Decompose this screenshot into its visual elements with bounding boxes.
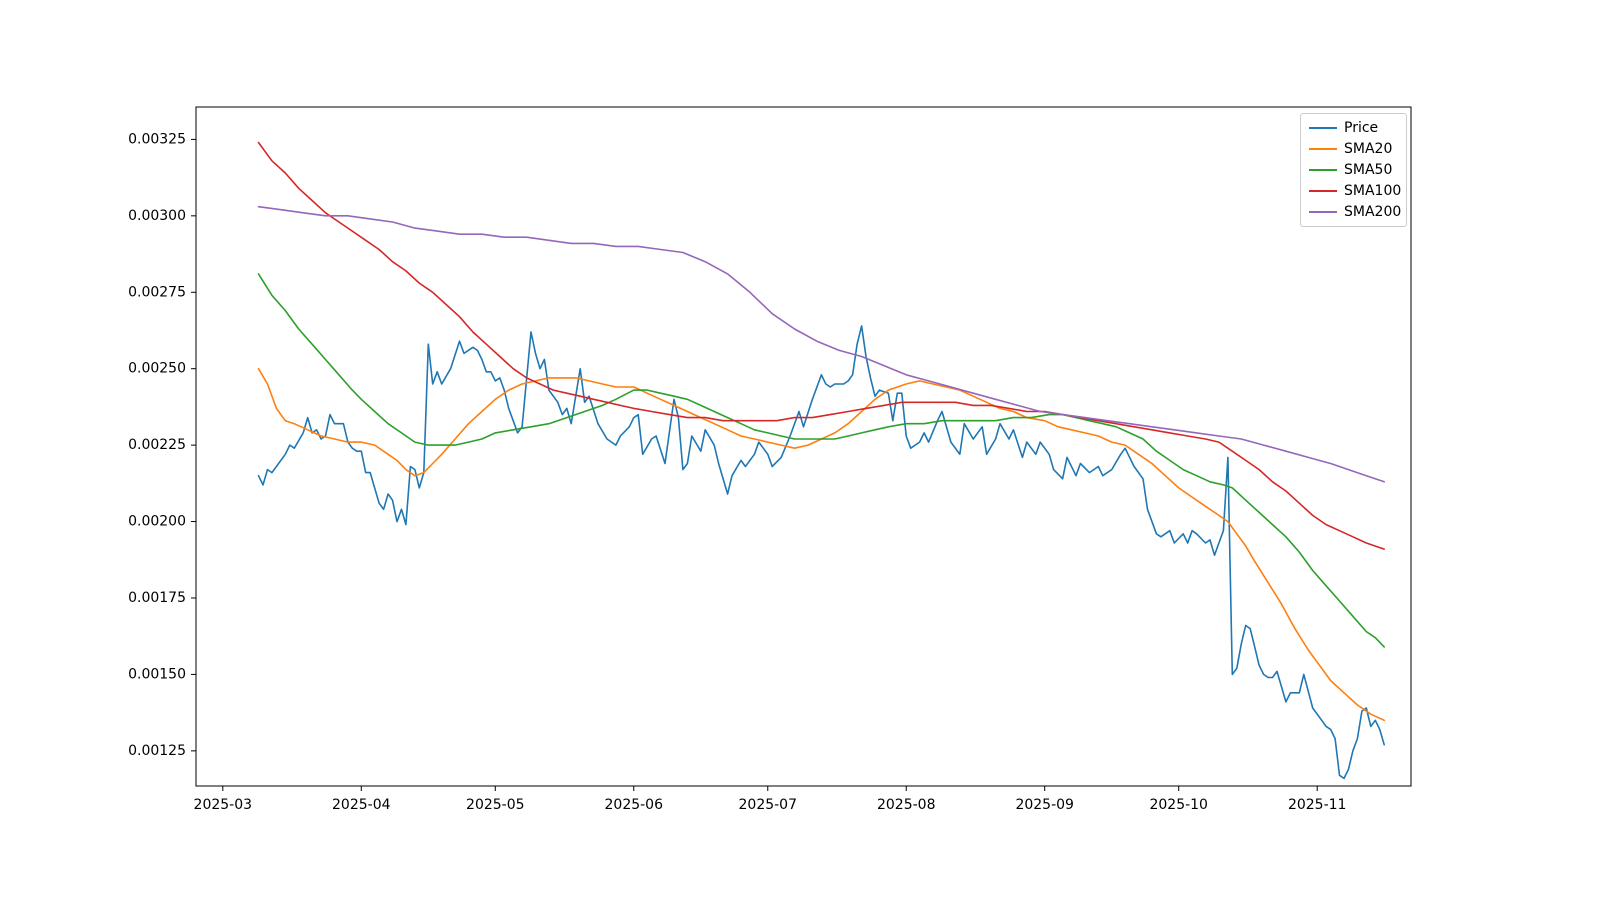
y-tick-label: 0.00125	[128, 743, 186, 759]
y-tick-label: 0.00250	[128, 361, 186, 377]
sma20-line-swatch	[1309, 148, 1337, 150]
x-tick-label: 2025-06	[605, 797, 664, 813]
legend-item-price: Price	[1309, 120, 1398, 136]
x-tick-label: 2025-10	[1149, 797, 1208, 813]
sma200-line-swatch	[1309, 211, 1337, 213]
y-tick-label: 0.00300	[128, 208, 186, 224]
x-tick-label: 2025-08	[877, 797, 936, 813]
legend-item-sma50: SMA50	[1309, 162, 1398, 178]
y-tick-label: 0.00275	[128, 284, 186, 300]
legend-label-price: Price	[1344, 120, 1379, 136]
legend-item-sma20: SMA20	[1309, 141, 1398, 157]
x-tick-label: 2025-03	[194, 797, 253, 813]
x-tick-label: 2025-09	[1015, 797, 1074, 813]
x-tick-label: 2025-05	[466, 797, 525, 813]
x-tick-label: 2025-11	[1288, 797, 1347, 813]
legend-item-sma100: SMA100	[1309, 183, 1402, 199]
y-tick-label: 0.00225	[128, 437, 186, 453]
sma50-line	[257, 273, 1385, 648]
sma100-line-swatch	[1309, 190, 1337, 192]
price-line-swatch	[1309, 127, 1337, 129]
y-tick-label: 0.00175	[128, 590, 186, 606]
legend-label-sma200: SMA200	[1344, 204, 1402, 220]
legend: Price SMA20 SMA50 SMA100 SMA200	[1300, 113, 1407, 227]
legend-label-sma100: SMA100	[1344, 183, 1402, 199]
sma100-line	[257, 141, 1385, 550]
x-tick-label: 2025-04	[332, 797, 391, 813]
sma50-line-swatch	[1309, 169, 1337, 171]
legend-label-sma20: SMA20	[1344, 141, 1393, 157]
sma20-line	[257, 367, 1385, 722]
legend-label-sma50: SMA50	[1344, 162, 1393, 178]
y-tick-label: 0.00325	[128, 131, 186, 147]
x-tick-label: 2025-07	[739, 797, 798, 813]
y-tick-label: 0.00150	[128, 666, 186, 682]
legend-item-sma200: SMA200	[1309, 204, 1402, 220]
chart-figure: 2025-03 2025-04 2025-05 2025-06 2025-07 2025-…	[0, 0, 1600, 900]
price-line	[257, 325, 1385, 780]
y-tick-label: 0.00200	[128, 514, 186, 530]
